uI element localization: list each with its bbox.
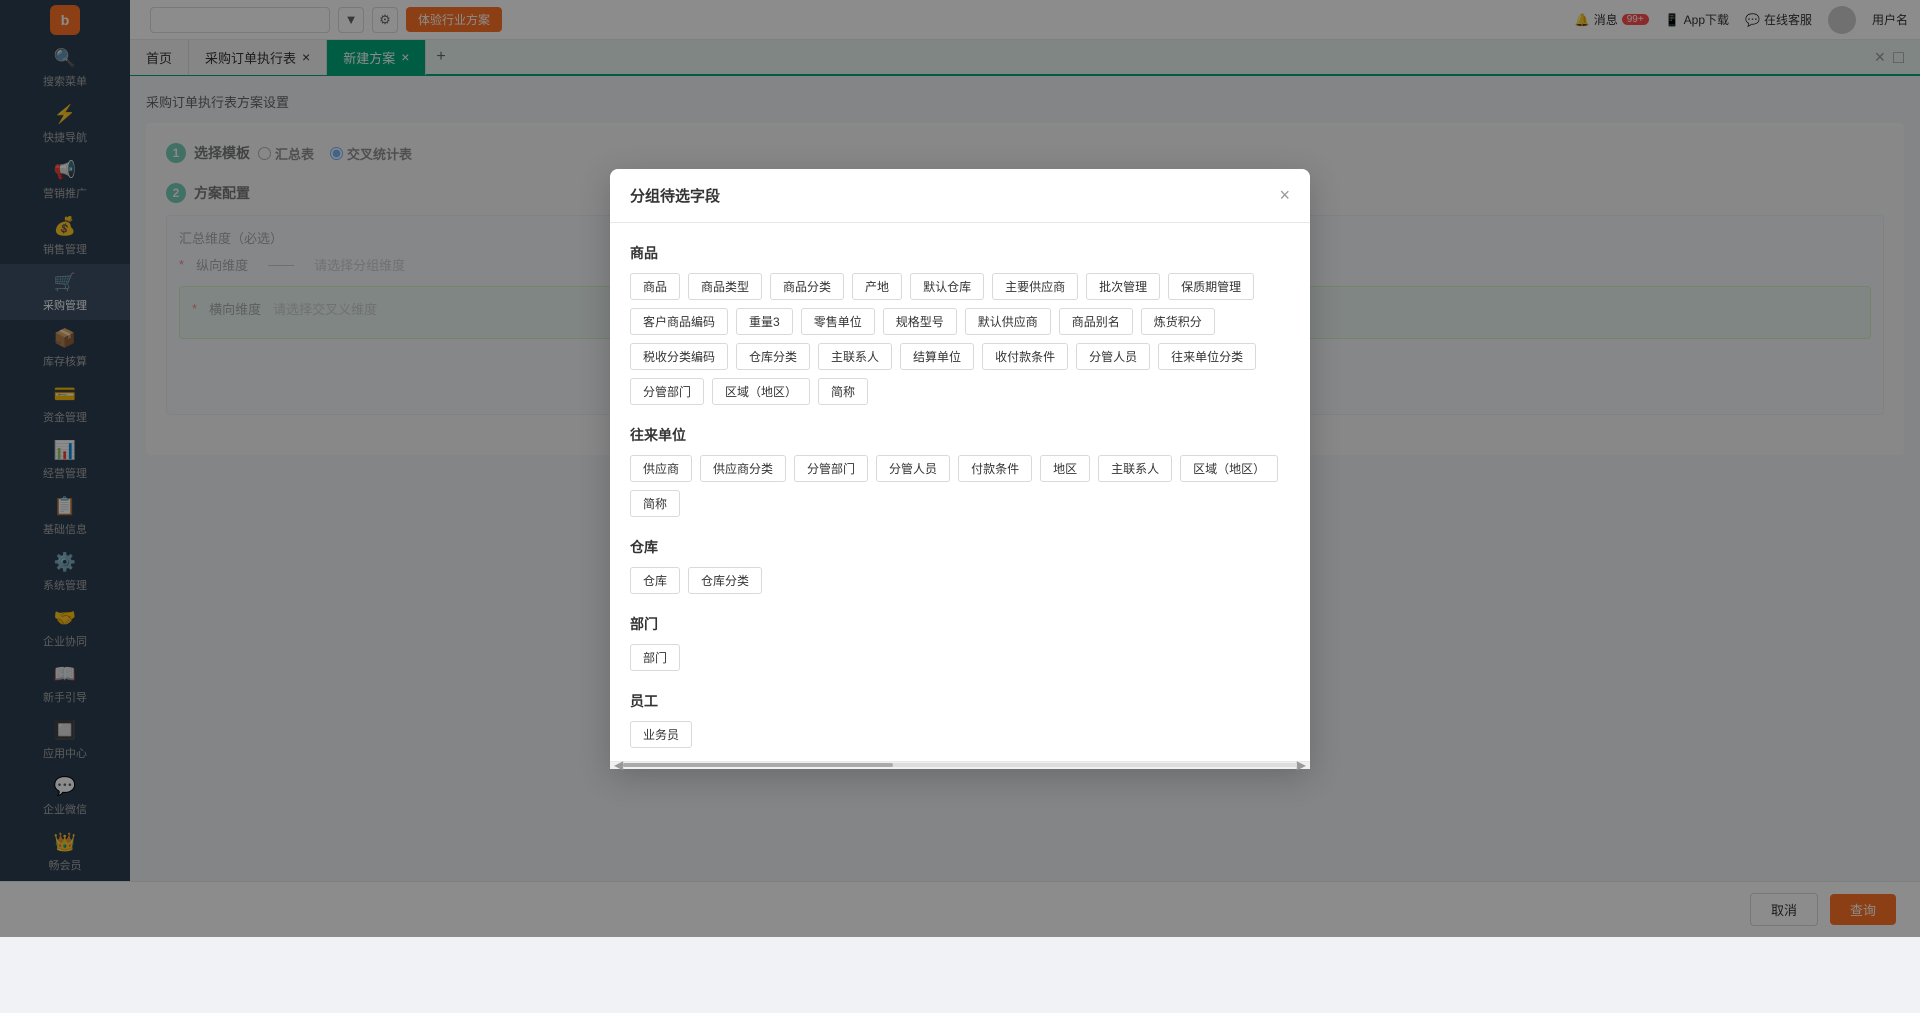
tag-product[interactable]: 商品 [630, 273, 680, 300]
tag-tax-code[interactable]: 税收分类编码 [630, 343, 728, 370]
tag-department[interactable]: 部门 [630, 644, 680, 671]
section-department: 部门 部门 [630, 614, 1290, 671]
section-product-title: 商品 [630, 243, 1290, 263]
section-employee: 员工 业务员 [630, 691, 1290, 748]
tag-default-supplier[interactable]: 默认供应商 [965, 308, 1051, 335]
section-contact: 往来单位 供应商 供应商分类 分管部门 分管人员 付款条件 地区 主联系人 区域… [630, 425, 1290, 517]
scrollbar-track[interactable] [623, 763, 1297, 767]
tag-warehouse-category[interactable]: 仓库分类 [736, 343, 810, 370]
tag-default-warehouse[interactable]: 默认仓库 [910, 273, 984, 300]
field-select-modal: 分组待选字段 × 商品 商品 商品类型 商品分类 产地 默认仓库 主要供应商 批… [610, 169, 1310, 769]
scrollbar-thumb [623, 763, 892, 767]
modal-scrollbar: ◀ ▶ [610, 761, 1310, 769]
section-product-tags: 商品 商品类型 商品分类 产地 默认仓库 主要供应商 批次管理 保质期管理 客户… [630, 273, 1290, 405]
section-employee-title: 员工 [630, 691, 1290, 711]
tag-contact-dept[interactable]: 分管部门 [794, 455, 868, 482]
modal-header: 分组待选字段 × [610, 169, 1310, 223]
tag-weight3[interactable]: 重量3 [736, 308, 793, 335]
tag-supplier-category[interactable]: 供应商分类 [700, 455, 786, 482]
tag-payment-condition[interactable]: 付款条件 [958, 455, 1032, 482]
section-dept-title: 部门 [630, 614, 1290, 634]
tag-salesperson[interactable]: 业务员 [630, 721, 692, 748]
tag-contact-supervisor[interactable]: 分管人员 [876, 455, 950, 482]
tag-shelf-life[interactable]: 保质期管理 [1168, 273, 1254, 300]
section-warehouse-title: 仓库 [630, 537, 1290, 557]
tag-abbrev[interactable]: 简称 [818, 378, 868, 405]
tag-product-category[interactable]: 商品分类 [770, 273, 844, 300]
tag-product-alias[interactable]: 商品别名 [1059, 308, 1133, 335]
tag-supervisor[interactable]: 分管人员 [1076, 343, 1150, 370]
tag-contact-category[interactable]: 往来单位分类 [1158, 343, 1256, 370]
scroll-right-arrow[interactable]: ▶ [1297, 758, 1306, 772]
section-warehouse-tags: 仓库 仓库分类 [630, 567, 1290, 594]
tag-main-contact[interactable]: 主联系人 [818, 343, 892, 370]
modal-close-btn[interactable]: × [1279, 185, 1290, 206]
tag-settlement-unit[interactable]: 结算单位 [900, 343, 974, 370]
tag-area[interactable]: 地区 [1040, 455, 1090, 482]
modal-title: 分组待选字段 [630, 185, 720, 206]
section-employee-tags: 业务员 [630, 721, 1290, 748]
section-contact-tags: 供应商 供应商分类 分管部门 分管人员 付款条件 地区 主联系人 区域（地区） … [630, 455, 1290, 517]
tag-region[interactable]: 区域（地区） [712, 378, 810, 405]
tag-warehouse-type[interactable]: 仓库分类 [688, 567, 762, 594]
tag-spec-model[interactable]: 规格型号 [883, 308, 957, 335]
tag-batch-mgmt[interactable]: 批次管理 [1086, 273, 1160, 300]
tag-retail-unit[interactable]: 零售单位 [801, 308, 875, 335]
tag-origin[interactable]: 产地 [852, 273, 902, 300]
tag-region2[interactable]: 区域（地区） [1180, 455, 1278, 482]
section-warehouse: 仓库 仓库 仓库分类 [630, 537, 1290, 594]
tag-main-supplier[interactable]: 主要供应商 [992, 273, 1078, 300]
tag-product-type[interactable]: 商品类型 [688, 273, 762, 300]
tag-refine-points[interactable]: 炼货积分 [1141, 308, 1215, 335]
tag-dept[interactable]: 分管部门 [630, 378, 704, 405]
tag-main-contact2[interactable]: 主联系人 [1098, 455, 1172, 482]
tag-abbrev2[interactable]: 简称 [630, 490, 680, 517]
modal-body: 商品 商品 商品类型 商品分类 产地 默认仓库 主要供应商 批次管理 保质期管理… [610, 223, 1310, 761]
tag-supplier[interactable]: 供应商 [630, 455, 692, 482]
section-dept-tags: 部门 [630, 644, 1290, 671]
tag-customer-code[interactable]: 客户商品编码 [630, 308, 728, 335]
tag-payment-terms[interactable]: 收付款条件 [982, 343, 1068, 370]
section-product: 商品 商品 商品类型 商品分类 产地 默认仓库 主要供应商 批次管理 保质期管理… [630, 243, 1290, 405]
scroll-left-arrow[interactable]: ◀ [614, 758, 623, 772]
tag-warehouse[interactable]: 仓库 [630, 567, 680, 594]
section-contact-title: 往来单位 [630, 425, 1290, 445]
